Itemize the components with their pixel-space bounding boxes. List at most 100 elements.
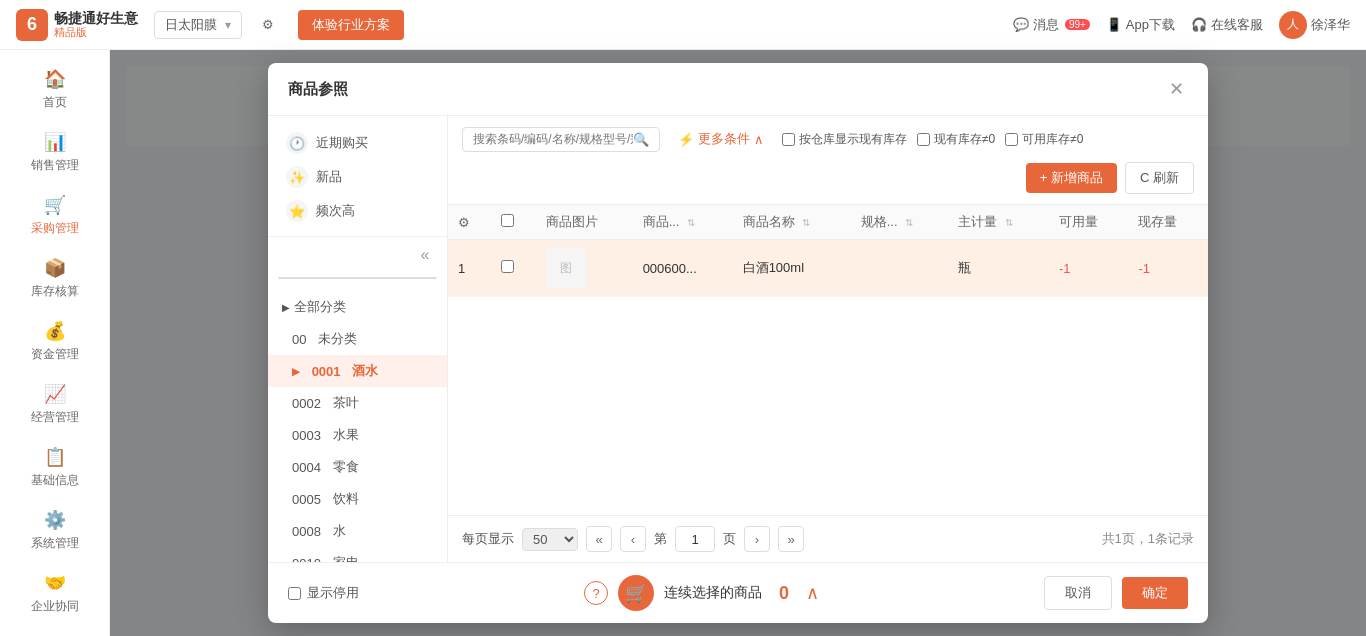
filter-icon: ⚡: [678, 132, 694, 147]
category-item-water[interactable]: 0008 水: [268, 515, 447, 547]
refresh-button[interactable]: C 刷新: [1125, 162, 1194, 194]
sidebar-item-sales[interactable]: 📊 销售管理: [0, 121, 109, 184]
selected-label: 连续选择的商品: [664, 584, 762, 602]
collapse-footer-button[interactable]: ∧: [806, 582, 819, 604]
th-checkbox[interactable]: [491, 205, 535, 240]
th-code[interactable]: 商品... ⇅: [633, 205, 733, 240]
page-number-input[interactable]: [675, 526, 715, 552]
product-search-input[interactable]: [473, 132, 633, 146]
checkbox-warehouse-input[interactable]: [782, 133, 795, 146]
pagination-bar: 每页显示 50 10 20 100 « ‹ 第 页: [448, 515, 1208, 562]
collapse-panel-button[interactable]: «: [413, 243, 437, 267]
app-download-nav-item[interactable]: 📱 App下载: [1106, 16, 1175, 34]
cart-icon-button[interactable]: 🛒: [618, 575, 654, 611]
checkbox-filter-warehouse[interactable]: 按仓库显示现有库存: [782, 131, 907, 148]
category-fruits-code: 0003: [292, 428, 321, 443]
modal-close-button[interactable]: ✕: [1164, 77, 1188, 101]
sidebar-item-operations-label: 经营管理: [31, 409, 79, 426]
user-name: 徐泽华: [1311, 16, 1350, 34]
finance-icon: 💰: [44, 320, 66, 342]
basic-info-icon: 📋: [44, 446, 66, 468]
sales-icon: 📊: [44, 131, 66, 153]
quick-access-new[interactable]: ✨ 新品: [278, 160, 437, 194]
user-nav-item[interactable]: 人 徐泽华: [1279, 11, 1350, 39]
checkbox-filter-available[interactable]: 可用库存≠0: [1005, 131, 1083, 148]
sidebar-item-home-label: 首页: [43, 94, 67, 111]
category-snacks-name: 零食: [333, 458, 359, 476]
page-size-select[interactable]: 50 10 20 100: [522, 528, 578, 551]
th-spec[interactable]: 规格... ⇅: [851, 205, 949, 240]
category-item-snacks[interactable]: 0004 零食: [268, 451, 447, 483]
more-filter-button[interactable]: ⚡ 更多条件 ∧: [670, 126, 772, 152]
category-water-code: 0008: [292, 524, 321, 539]
category-item-fruits[interactable]: 0003 水果: [268, 419, 447, 451]
th-available: 可用量: [1049, 205, 1129, 240]
help-icon-button[interactable]: ?: [584, 581, 608, 605]
sidebar-item-guide[interactable]: 🎯 新手引导: [0, 625, 109, 636]
th-name[interactable]: 商品名称 ⇅: [733, 205, 851, 240]
category-item-uncategorized[interactable]: 00 未分类: [268, 323, 447, 355]
search-icon: 🔍: [633, 132, 649, 147]
category-search-input[interactable]: [279, 277, 437, 279]
online-service-nav-item[interactable]: 🎧 在线客服: [1191, 16, 1263, 34]
page-size-label: 每页显示: [462, 530, 514, 548]
show-disabled-checkbox[interactable]: 显示停用: [288, 584, 359, 602]
checkbox-stock-input[interactable]: [917, 133, 930, 146]
category-liquor-name: 酒水: [352, 362, 378, 380]
sort-icon: ⇅: [687, 217, 695, 228]
messages-nav-item[interactable]: 💬 消息 99+: [1013, 16, 1090, 34]
th-unit[interactable]: 主计量 ⇅: [948, 205, 1049, 240]
next-page-button[interactable]: ›: [744, 526, 770, 552]
online-service-label: 在线客服: [1211, 16, 1263, 34]
sidebar-item-system[interactable]: ⚙️ 系统管理: [0, 499, 109, 562]
prev-page-button[interactable]: ‹: [620, 526, 646, 552]
modal-title: 商品参照: [288, 80, 348, 99]
sidebar-item-home[interactable]: 🏠 首页: [0, 58, 109, 121]
page-unit: 页: [723, 530, 736, 548]
selector-dropdown[interactable]: 日太阳膜 ▾: [154, 11, 242, 39]
quick-access-recent[interactable]: 🕐 近期购买: [278, 126, 437, 160]
last-page-button[interactable]: »: [778, 526, 804, 552]
cancel-button[interactable]: 取消: [1044, 576, 1112, 610]
logo-text: 畅捷通好生意 精品版: [54, 10, 138, 40]
show-disabled-label: 显示停用: [307, 584, 359, 602]
category-item-all[interactable]: ▶ 全部分类: [268, 291, 447, 323]
inventory-icon: 📦: [44, 257, 66, 279]
quick-access-frequent[interactable]: ⭐ 频次高: [278, 194, 437, 228]
category-tea-name: 茶叶: [333, 394, 359, 412]
sidebar-item-finance[interactable]: 💰 资金管理: [0, 310, 109, 373]
table-settings-icon: ⚙: [458, 215, 470, 230]
category-item-liquor[interactable]: ▶ 0001 酒水: [268, 355, 447, 387]
footer-center: ? 🛒 连续选择的商品 0 ∧: [371, 575, 1032, 611]
experience-button[interactable]: 体验行业方案: [298, 10, 404, 40]
table-row[interactable]: 1 图 000600... 白酒100ml 瓶: [448, 240, 1208, 297]
select-all-checkbox[interactable]: [501, 214, 514, 227]
checkbox-available-input[interactable]: [1005, 133, 1018, 146]
checkbox-filter-stock[interactable]: 现有库存≠0: [917, 131, 995, 148]
sidebar-item-operations[interactable]: 📈 经营管理: [0, 373, 109, 436]
sidebar-item-enterprise[interactable]: 🤝 企业协同: [0, 562, 109, 625]
category-item-drinks[interactable]: 0005 饮料: [268, 483, 447, 515]
category-item-tea[interactable]: 0002 茶叶: [268, 387, 447, 419]
th-settings[interactable]: ⚙: [448, 205, 491, 240]
th-unit-label: 主计量: [958, 214, 997, 229]
td-checkbox[interactable]: [491, 240, 535, 297]
checkbox-stock-label: 现有库存≠0: [934, 131, 995, 148]
product-reference-modal: 商品参照 ✕ 🕐 近期购买 ✨ 新: [268, 63, 1208, 623]
messages-badge: 99+: [1065, 19, 1090, 30]
sidebar-item-purchase[interactable]: 🛒 采购管理: [0, 184, 109, 247]
active-caret-icon: ▶: [292, 366, 300, 377]
sidebar-item-basic-info[interactable]: 📋 基础信息: [0, 436, 109, 499]
sidebar-item-inventory[interactable]: 📦 库存核算: [0, 247, 109, 310]
confirm-button[interactable]: 确定: [1122, 577, 1188, 609]
add-product-button[interactable]: + 新增商品: [1026, 163, 1117, 193]
row-checkbox[interactable]: [501, 260, 514, 273]
category-item-appliances[interactable]: 0010 家电: [268, 547, 447, 562]
settings-icon-btn[interactable]: ⚙: [250, 7, 286, 43]
quick-access: 🕐 近期购买 ✨ 新品 ⭐ 频次高: [268, 126, 447, 237]
first-page-button[interactable]: «: [586, 526, 612, 552]
avatar: 人: [1279, 11, 1307, 39]
category-search-box: 🔍: [278, 277, 437, 279]
show-disabled-input[interactable]: [288, 587, 301, 600]
headset-icon: 🎧: [1191, 17, 1207, 32]
